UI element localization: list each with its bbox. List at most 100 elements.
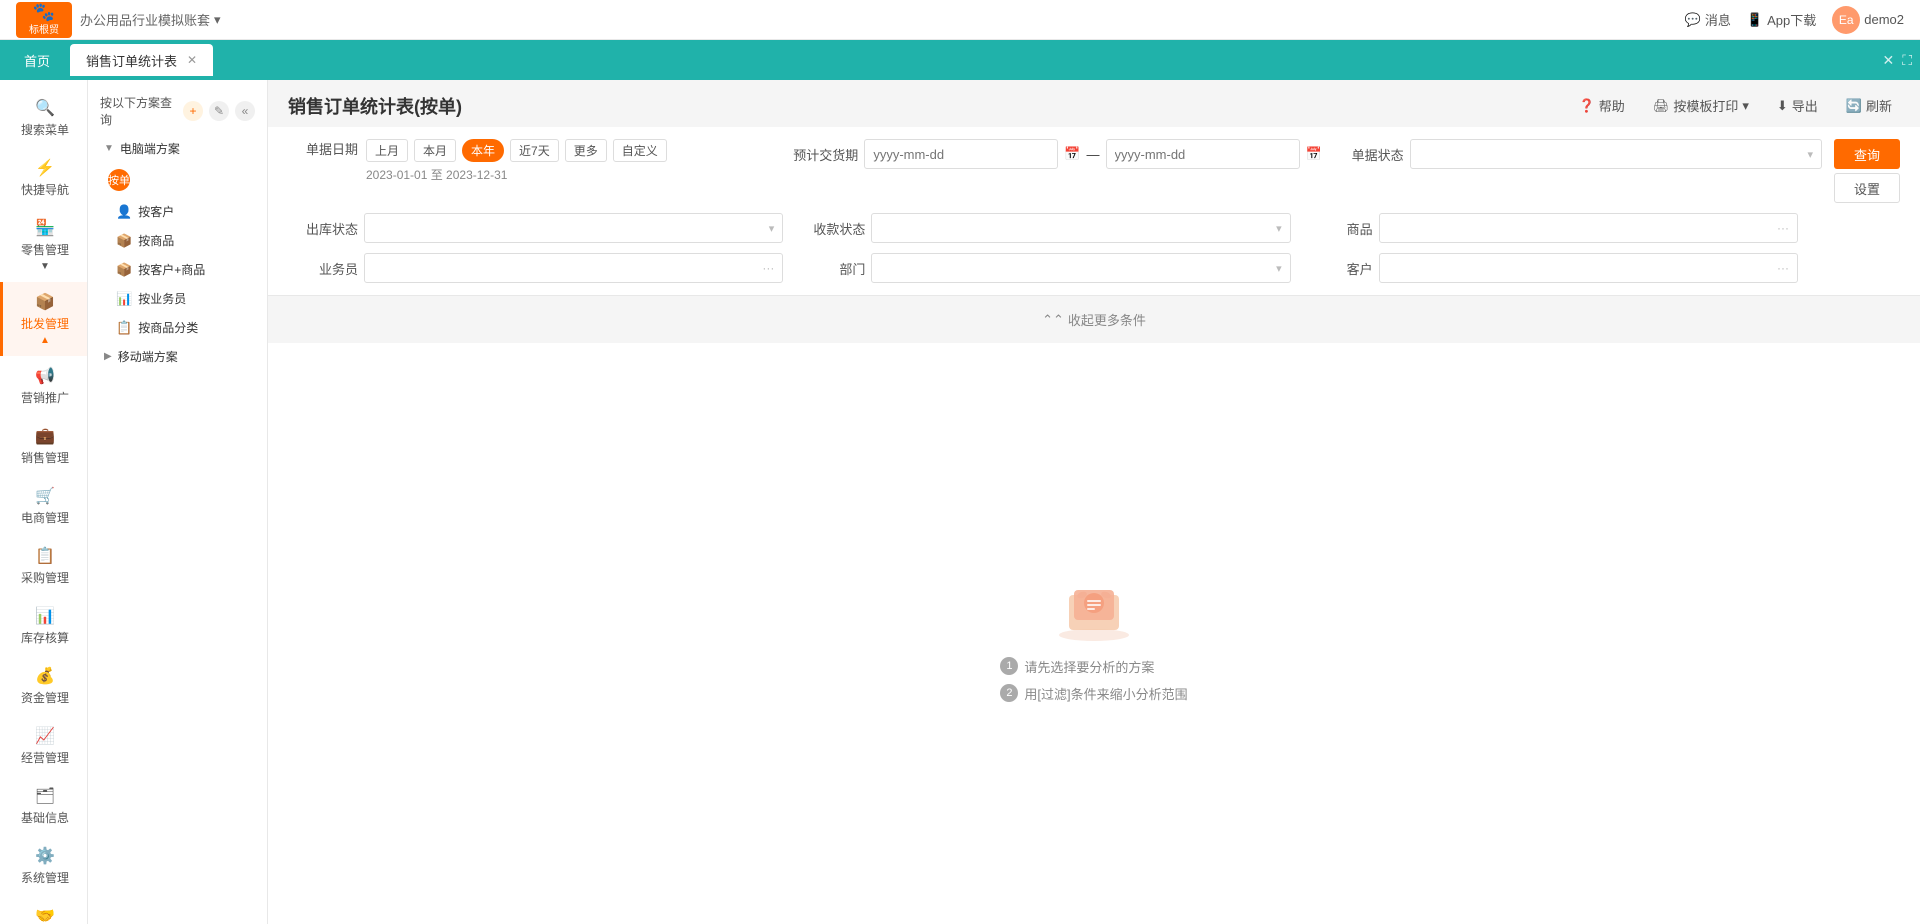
close-window-button[interactable]: ✕ [1882,52,1894,69]
right-main: 销售订单统计表(按单) ❓ 帮助 🖨 按模板打印 ▾ ⬇ 导出 [268,80,1920,924]
sidebar-item-inventory[interactable]: 📊 库存核算 [0,596,87,656]
tree-item-by-product[interactable]: 📦 按商品 [88,226,267,255]
tree-item-by-salesperson[interactable]: 📊 按业务员 [88,284,267,313]
sidebar-item-system[interactable]: ⚙️ 系统管理 [0,836,87,896]
sidebar-item-enterprise[interactable]: 🤝 企业协同 [0,896,87,924]
inventory-icon: 📊 [35,606,55,626]
topbar-left: 🐾 标根贸 办公用品行业模拟账套 ▾ [16,2,221,38]
print-chevron-icon: ▾ [1742,98,1749,114]
sidebar-item-finance[interactable]: 💰 资金管理 [0,656,87,716]
tree-section-mobile[interactable]: ▶ 移动端方案 [88,342,267,371]
tree-section-pc[interactable]: ▼ 电脑端方案 [88,134,267,163]
sidebar-item-wholesale[interactable]: 📦 批发管理 ▲ [0,282,87,356]
chevron-down-icon-payment: ▾ [1276,222,1282,235]
customer-label: 客户 [1303,259,1373,278]
retail-icon: 🏪 [35,218,55,238]
wholesale-icon: 📦 [35,292,55,312]
left-panel-header: 按以下方案查询 + ✎ « [88,88,267,134]
query-button[interactable]: 查询 [1834,139,1900,169]
delivery-select[interactable]: ▾ [364,213,783,243]
date-btn-more[interactable]: 更多 [565,139,607,162]
sidebar-item-sales[interactable]: 💼 销售管理 [0,416,87,476]
date-btn-custom[interactable]: 自定义 [613,139,667,162]
topbar: 🐾 标根贸 办公用品行业模拟账套 ▾ 💬 消息 📱 App下载 Ea demo2 [0,0,1920,40]
sidebar-label-quick: 快捷导航 [21,181,69,198]
active-scheme-badge[interactable]: 按单 [108,169,130,191]
chevron-down-icon: ▼ [40,261,50,272]
customer-field[interactable]: ··· [1379,253,1798,283]
expected-date-to-input[interactable] [1106,139,1300,169]
calendar-icon-2: 📅 [1306,146,1322,162]
date-btn-this-year[interactable]: 本年 [462,139,504,162]
sidebar-item-base-info[interactable]: 🗂 基础信息 [0,776,87,836]
app-selector[interactable]: 办公用品行业模拟账套 ▾ [80,10,221,29]
category-scheme-icon: 📋 [116,320,132,336]
tab-home[interactable]: 首页 [8,44,66,76]
tree-item-by-order[interactable]: 按单 [88,163,267,197]
tree-item-by-category[interactable]: 📋 按商品分类 [88,313,267,342]
sidebar-item-retail[interactable]: 🏪 零售管理 ▼ [0,208,87,282]
help-icon: ❓ [1579,98,1595,114]
tab-sales-order-stats[interactable]: 销售订单统计表 ✕ [70,44,213,76]
status-select[interactable]: ▾ [1410,139,1822,169]
sidebar-item-marketing[interactable]: 📢 营销推广 [0,356,87,416]
topbar-right: 💬 消息 📱 App下载 Ea demo2 [1685,6,1904,34]
help-button[interactable]: ❓ 帮助 [1571,92,1633,119]
date-btn-last-7days[interactable]: 近7天 [510,139,559,162]
tab-sales-order-stats-label: 销售订单统计表 [86,51,177,70]
dept-select[interactable]: ▾ [871,253,1290,283]
app-download-button[interactable]: 📱 App下载 [1747,10,1816,29]
more-icon-salesperson: ··· [762,261,774,275]
tree-item-by-customer-product[interactable]: 📦 按客户+商品 [88,255,267,284]
action-buttons: 查询 设置 [1834,139,1900,203]
sidebar-label-base: 基础信息 [21,809,69,826]
collapse-panel-button[interactable]: « [235,101,255,121]
sidebar: 🔍 搜索菜单 ⚡ 快捷导航 🏪 零售管理 ▼ 📦 批发管理 ▲ 📢 营销推广 💼… [0,80,88,924]
salesperson-label: 业务员 [288,259,358,278]
empty-state: 1 请先选择要分析的方案 2 用[过滤]条件来缩小分析范围 [268,343,1920,924]
collapse-area: ⌃⌃ 收起更多条件 [268,296,1920,343]
setting-button[interactable]: 设置 [1834,173,1900,203]
sidebar-label-system: 系统管理 [21,869,69,886]
purchase-icon: 📋 [35,546,55,566]
page-header: 销售订单统计表(按单) ❓ 帮助 🖨 按模板打印 ▾ ⬇ 导出 [268,80,1920,127]
content-area: 按以下方案查询 + ✎ « ▼ 电脑端方案 [88,80,1920,924]
sidebar-item-search-menu[interactable]: 🔍 搜索菜单 [0,88,87,148]
user-menu[interactable]: Ea demo2 [1832,6,1904,34]
tree-item-by-customer[interactable]: 👤 按客户 [88,197,267,226]
finance-icon: 💰 [35,666,55,686]
salesperson-field[interactable]: ··· [364,253,783,283]
mobile-icon: 📱 [1747,12,1763,28]
sidebar-label-sales: 销售管理 [21,449,69,466]
payment-select[interactable]: ▾ [871,213,1290,243]
message-button[interactable]: 💬 消息 [1685,10,1731,29]
print-icon: 🖨 [1653,98,1670,114]
template-print-button[interactable]: 🖨 按模板打印 ▾ [1645,92,1757,119]
sidebar-item-purchase[interactable]: 📋 采购管理 [0,536,87,596]
customer-product-scheme-icon: 📦 [116,262,132,278]
sidebar-item-operations[interactable]: 📈 经营管理 [0,716,87,776]
sidebar-item-ecommerce[interactable]: 🛒 电商管理 [0,476,87,536]
tab-close-icon[interactable]: ✕ [187,53,197,67]
tree-section-mobile-label: 移动端方案 [118,348,178,365]
message-icon: 💬 [1685,12,1701,28]
user-name: demo2 [1864,12,1904,27]
sidebar-item-quick-nav[interactable]: ⚡ 快捷导航 [0,148,87,208]
date-btn-this-month[interactable]: 本月 [414,139,456,162]
sidebar-label-marketing: 营销推广 [21,389,69,406]
export-button[interactable]: ⬇ 导出 [1769,92,1826,119]
tree-item-by-customer-label: 按客户 [138,203,174,220]
maximize-window-button[interactable]: ⛶ [1902,52,1912,69]
message-label: 消息 [1705,10,1731,29]
edit-scheme-button[interactable]: ✎ [209,101,229,121]
sidebar-label-finance: 资金管理 [21,689,69,706]
add-scheme-button[interactable]: + [183,101,203,121]
help-label: 帮助 [1599,96,1625,115]
calendar-icon: 📅 [1064,146,1080,162]
hint-num-2: 2 [1000,684,1018,702]
date-btn-last-month[interactable]: 上月 [366,139,408,162]
product-field[interactable]: ··· [1379,213,1798,243]
refresh-button[interactable]: 🔄 刷新 [1838,92,1900,119]
expected-date-from-input[interactable] [864,139,1058,169]
collapse-filter-button[interactable]: ⌃⌃ 收起更多条件 [1036,304,1152,335]
